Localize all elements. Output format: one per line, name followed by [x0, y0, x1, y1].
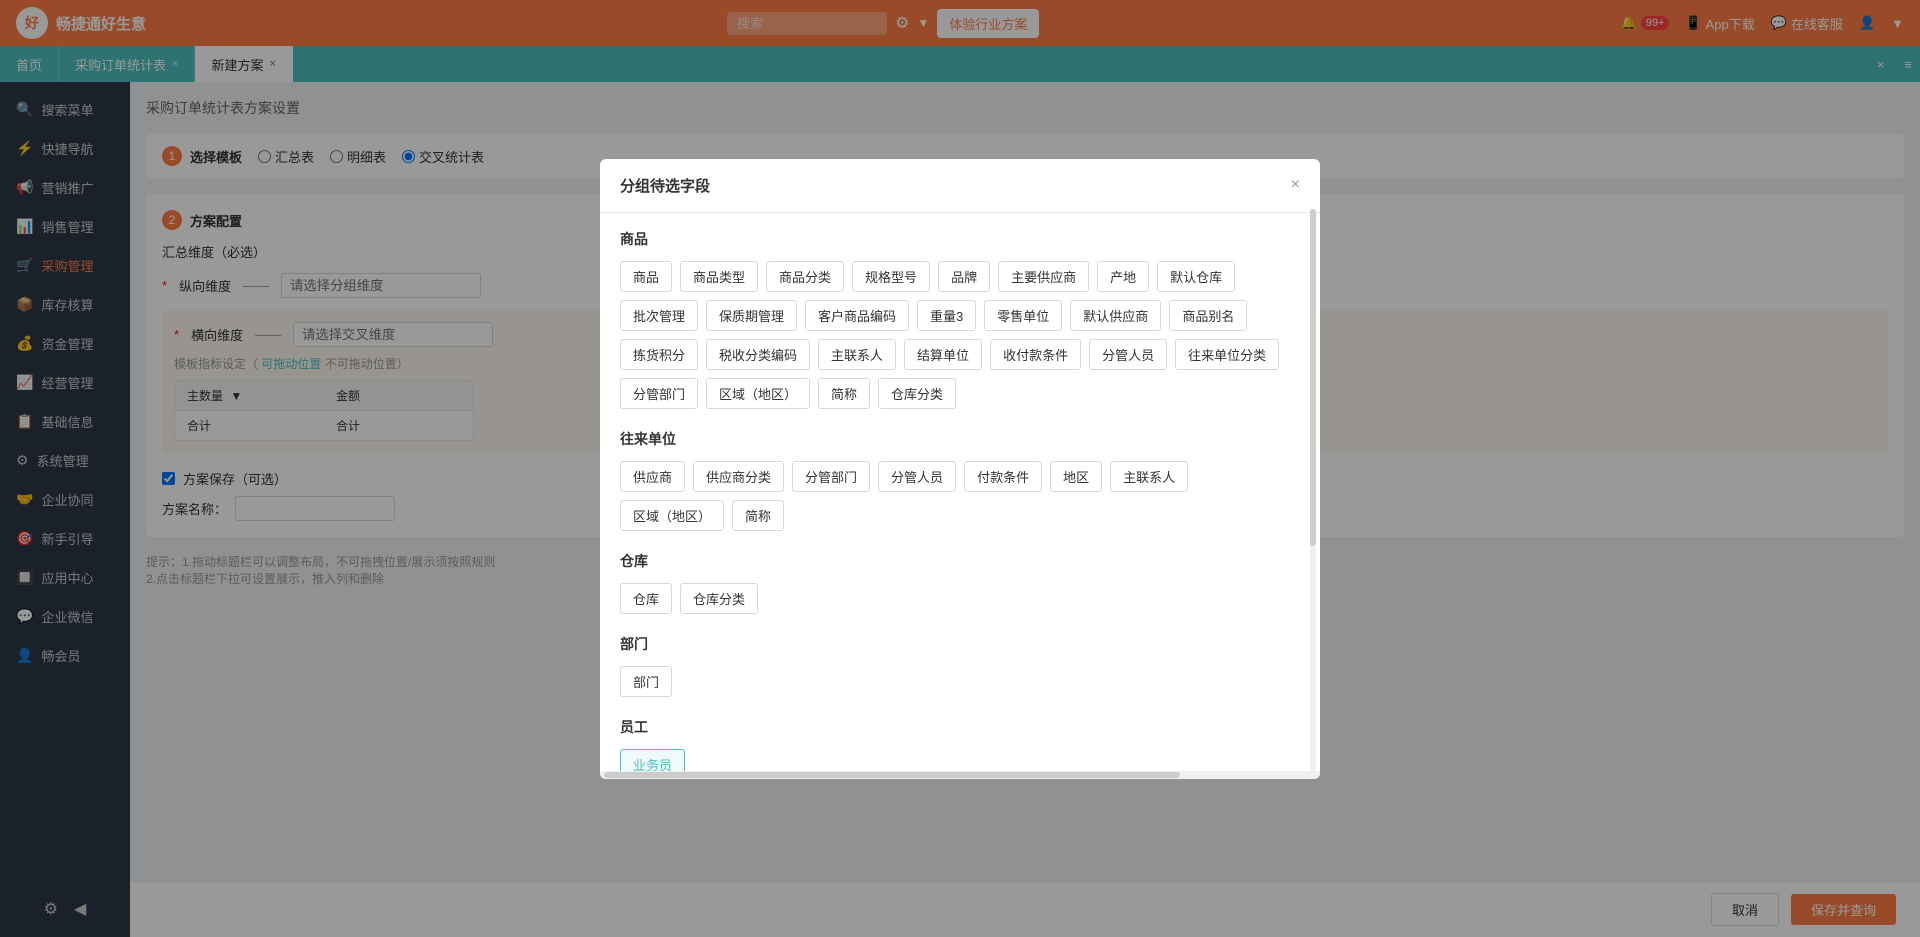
field-tag-dept[interactable]: 分管部门	[620, 378, 698, 409]
field-tag-salesperson[interactable]: 业务员	[620, 749, 685, 771]
field-tag-brand[interactable]: 品牌	[938, 261, 990, 292]
field-group-product-title: 商品	[620, 229, 1300, 249]
field-tag-warehouse-category[interactable]: 仓库分类	[878, 378, 956, 409]
field-tag-region2[interactable]: 地区	[1050, 461, 1102, 492]
field-tag-quality[interactable]: 保质期管理	[706, 300, 797, 331]
field-tag-customer-code[interactable]: 客户商品编码	[805, 300, 909, 331]
field-tag-default-supplier[interactable]: 默认供应商	[1070, 300, 1161, 331]
field-group-department: 部门 部门	[620, 634, 1300, 697]
field-tag-retail-unit[interactable]: 零售单位	[984, 300, 1062, 331]
field-tag-payment-cond[interactable]: 付款条件	[964, 461, 1042, 492]
field-tag-tax-code[interactable]: 税收分类编码	[706, 339, 810, 370]
field-tag-origin[interactable]: 产地	[1097, 261, 1149, 292]
field-tag-manager[interactable]: 分管人员	[1089, 339, 1167, 370]
field-tag-spec[interactable]: 规格型号	[852, 261, 930, 292]
field-tag-weight[interactable]: 重量3	[917, 300, 976, 331]
dialog-close-btn[interactable]: ×	[1291, 177, 1300, 193]
field-group-warehouse-title: 仓库	[620, 551, 1300, 571]
field-tag-settlement-unit[interactable]: 结算单位	[904, 339, 982, 370]
field-tag-short-name[interactable]: 简称	[818, 378, 870, 409]
dialog-hscrollbar[interactable]	[600, 771, 1320, 779]
field-tags-product: 商品 商品类型 商品分类 规格型号 品牌 主要供应商 产地 默认仓库 批次管理 …	[620, 261, 1300, 409]
field-tag-alias[interactable]: 商品别名	[1169, 300, 1247, 331]
field-group-warehouse: 仓库 仓库 仓库分类	[620, 551, 1300, 614]
field-tag-pick-score[interactable]: 拣货积分	[620, 339, 698, 370]
field-group-counterparty: 往来单位 供应商 供应商分类 分管部门 分管人员 付款条件 地区 主联系人 区域…	[620, 429, 1300, 531]
field-tags-department: 部门	[620, 666, 1300, 697]
dialog-vscrollbar-thumb[interactable]	[1310, 209, 1316, 546]
field-tags-counterparty: 供应商 供应商分类 分管部门 分管人员 付款条件 地区 主联系人 区域（地区） …	[620, 461, 1300, 531]
field-tag-default-warehouse[interactable]: 默认仓库	[1157, 261, 1235, 292]
field-group-product: 商品 商品 商品类型 商品分类 规格型号 品牌 主要供应商 产地 默认仓库 批次…	[620, 229, 1300, 409]
field-tag-department[interactable]: 部门	[620, 666, 672, 697]
field-group-department-title: 部门	[620, 634, 1300, 654]
field-tags-employee: 业务员	[620, 749, 1300, 771]
field-tag-supplier-category[interactable]: 供应商分类	[693, 461, 784, 492]
field-select-dialog: 分组待选字段 × 商品 商品 商品类型 商品分类 规格型号 品牌 主要供应商 产…	[600, 159, 1320, 779]
field-tag-short2[interactable]: 简称	[732, 500, 784, 531]
field-tag-product-category[interactable]: 商品分类	[766, 261, 844, 292]
field-tag-unit-category[interactable]: 往来单位分类	[1175, 339, 1279, 370]
field-tag-main-contact2[interactable]: 主联系人	[1110, 461, 1188, 492]
field-tag-warehouse-cat[interactable]: 仓库分类	[680, 583, 758, 614]
dialog-vscrollbar[interactable]	[1310, 209, 1316, 771]
field-tag-main-supplier[interactable]: 主要供应商	[998, 261, 1089, 292]
field-tag-batch[interactable]: 批次管理	[620, 300, 698, 331]
field-tag-region[interactable]: 区域（地区）	[706, 378, 810, 409]
dialog-header: 分组待选字段 ×	[600, 159, 1320, 213]
field-tag-manager2[interactable]: 分管人员	[878, 461, 956, 492]
field-group-employee: 员工 业务员	[620, 717, 1300, 771]
field-tags-warehouse: 仓库 仓库分类	[620, 583, 1300, 614]
field-tag-supplier[interactable]: 供应商	[620, 461, 685, 492]
dialog-body: 商品 商品 商品类型 商品分类 规格型号 品牌 主要供应商 产地 默认仓库 批次…	[600, 213, 1320, 771]
field-tag-dept2[interactable]: 分管部门	[792, 461, 870, 492]
field-group-counterparty-title: 往来单位	[620, 429, 1300, 449]
dialog-hscrollbar-thumb[interactable]	[604, 772, 1180, 778]
field-tag-product[interactable]: 商品	[620, 261, 672, 292]
field-tag-region3[interactable]: 区域（地区）	[620, 500, 724, 531]
field-tag-warehouse[interactable]: 仓库	[620, 583, 672, 614]
dialog-title: 分组待选字段	[620, 175, 710, 196]
dialog-overlay: 分组待选字段 × 商品 商品 商品类型 商品分类 规格型号 品牌 主要供应商 产…	[0, 0, 1920, 937]
field-tag-main-contact[interactable]: 主联系人	[818, 339, 896, 370]
field-tag-payment-terms[interactable]: 收付款条件	[990, 339, 1081, 370]
field-group-employee-title: 员工	[620, 717, 1300, 737]
field-tag-product-type[interactable]: 商品类型	[680, 261, 758, 292]
